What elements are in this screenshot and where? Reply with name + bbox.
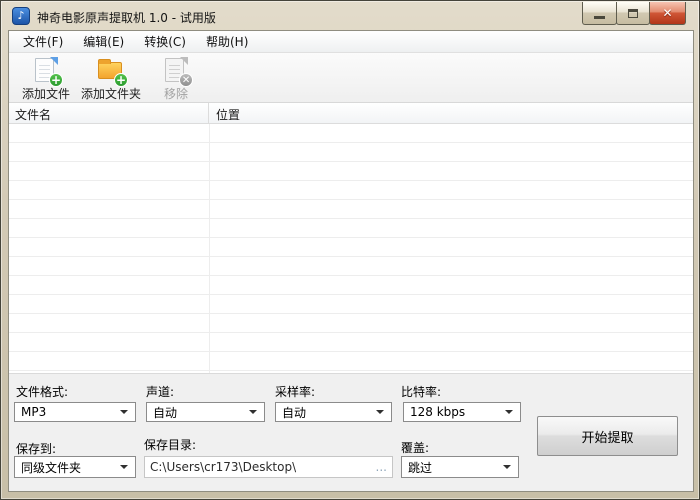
browse-button[interactable]: ...: [372, 460, 387, 474]
save-to-label: 保存到:: [16, 442, 57, 456]
remove-icon: ✕: [163, 57, 194, 87]
save-dir-input[interactable]: C:\Users\cr173\Desktop\ ...: [144, 456, 393, 478]
chevron-down-icon: [376, 410, 384, 414]
title-bar[interactable]: ♪ 神奇电影原声提取机 1.0 - 试用版 ✕: [1, 1, 699, 30]
maximize-button[interactable]: [616, 2, 650, 25]
remove-button: ✕ 移除: [145, 56, 207, 104]
sample-rate-label: 采样率:: [275, 385, 316, 399]
minimize-button[interactable]: [582, 2, 617, 25]
menu-item-convert[interactable]: 转换(C): [134, 31, 196, 53]
channels-value: 自动: [153, 405, 178, 420]
chevron-down-icon: [249, 410, 257, 414]
bitrate-label: 比特率:: [401, 385, 442, 399]
file-list[interactable]: [9, 124, 693, 373]
add-folder-label: 添加文件夹: [81, 87, 142, 101]
add-folder-icon: +: [98, 58, 128, 87]
add-file-label: 添加文件: [21, 87, 70, 101]
caption-buttons: ✕: [582, 2, 686, 25]
close-icon: ✕: [662, 6, 673, 20]
x-badge-icon: ✕: [179, 73, 194, 87]
save-to-value: 同级文件夹: [21, 460, 82, 475]
maximize-icon: [628, 8, 638, 18]
file-list-header: 文件名 位置: [9, 103, 693, 124]
save-dir-label: 保存目录:: [144, 438, 197, 452]
menu-bar: 文件(F) 编辑(E) 转换(C) 帮助(H): [9, 31, 693, 53]
format-select[interactable]: MP3: [14, 402, 136, 422]
chevron-down-icon: [503, 465, 511, 469]
minimize-icon: [594, 15, 605, 19]
chevron-down-icon: [120, 410, 128, 414]
format-label: 文件格式:: [16, 385, 69, 399]
overwrite-select[interactable]: 跳过: [401, 456, 519, 478]
plus-badge-icon: +: [114, 73, 128, 87]
format-value: MP3: [21, 405, 47, 419]
bitrate-value: 128 kbps: [410, 405, 466, 419]
settings-panel: 文件格式: MP3 声道: 自动 采样率: 自动 比特率: 128 kbps 保…: [9, 373, 693, 491]
save-to-select[interactable]: 同级文件夹: [14, 456, 136, 478]
bitrate-select[interactable]: 128 kbps: [403, 402, 521, 422]
app-icon: ♪: [12, 7, 30, 25]
add-folder-button[interactable]: + 添加文件夹: [77, 56, 145, 104]
channels-select[interactable]: 自动: [146, 402, 265, 422]
add-file-button[interactable]: + 添加文件: [15, 56, 77, 104]
close-button[interactable]: ✕: [649, 2, 686, 25]
column-header-location[interactable]: 位置: [209, 103, 693, 123]
app-window: ♪ 神奇电影原声提取机 1.0 - 试用版 ✕ 文件(F) 编辑(E) 转换(C…: [0, 0, 700, 500]
menu-item-help[interactable]: 帮助(H): [196, 31, 258, 53]
menu-item-edit[interactable]: 编辑(E): [73, 31, 134, 53]
overwrite-label: 覆盖:: [401, 441, 430, 455]
column-header-filename[interactable]: 文件名: [9, 103, 209, 123]
save-dir-value: C:\Users\cr173\Desktop\: [150, 460, 297, 474]
window-title: 神奇电影原声提取机 1.0 - 试用版: [37, 11, 216, 25]
toolbar: + 添加文件 + 添加文件夹 ✕ 移除: [9, 53, 693, 103]
channels-label: 声道:: [146, 385, 175, 399]
sample-rate-select[interactable]: 自动: [275, 402, 392, 422]
chevron-down-icon: [120, 465, 128, 469]
menu-item-file[interactable]: 文件(F): [13, 31, 73, 53]
chevron-down-icon: [505, 410, 513, 414]
sample-rate-value: 自动: [282, 405, 307, 420]
overwrite-value: 跳过: [408, 460, 433, 475]
start-extract-button[interactable]: 开始提取: [537, 416, 678, 456]
column-divider: [209, 124, 210, 373]
plus-badge-icon: +: [49, 73, 63, 87]
add-file-icon: +: [33, 57, 63, 87]
window-content: 文件(F) 编辑(E) 转换(C) 帮助(H) + 添加文件 + 添加文件夹 ✕…: [8, 30, 694, 492]
remove-label: 移除: [164, 87, 189, 101]
